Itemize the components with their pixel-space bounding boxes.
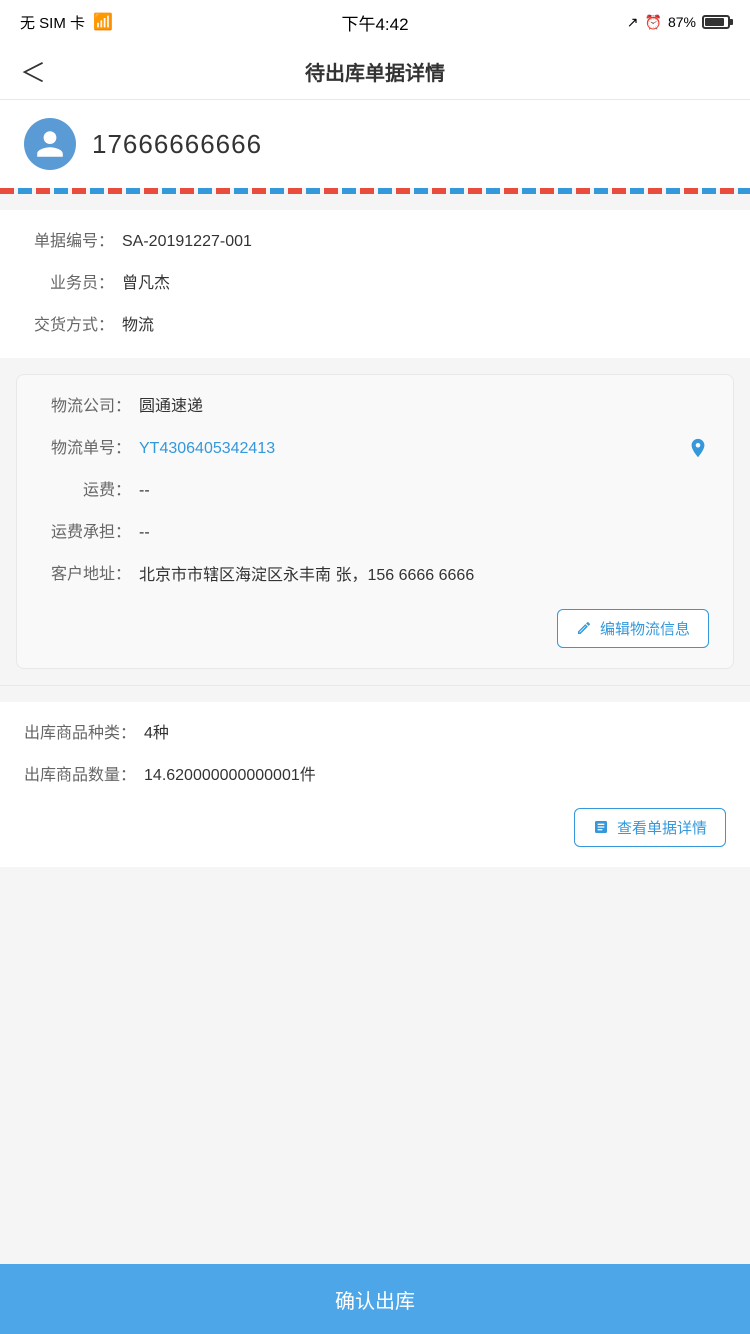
freight-payer-label: 运费承担： bbox=[41, 521, 131, 545]
wifi-icon: 📶 bbox=[93, 12, 113, 32]
navigation-bar: ＜ 待出库单据详情 bbox=[0, 44, 750, 100]
goods-quantity-label: 出库商品数量： bbox=[24, 764, 136, 788]
location-pin-icon[interactable] bbox=[687, 437, 709, 459]
freight-label: 运费： bbox=[41, 479, 131, 503]
address-row: 客户地址： 北京市市辖区海淀区永丰南 张，156 6666 6666 bbox=[41, 563, 709, 589]
salesperson-label: 业务员： bbox=[24, 272, 114, 296]
status-right: ↗ ⏰ 87% bbox=[627, 14, 730, 31]
view-details-label: 查看单据详情 bbox=[617, 817, 707, 838]
edit-icon bbox=[576, 620, 592, 636]
user-icon bbox=[34, 128, 66, 160]
carrier-label: 无 SIM 卡 bbox=[20, 12, 85, 33]
customer-header: 17666666666 bbox=[0, 100, 750, 188]
content-area: 单据编号： SA-20191227-001 业务员： 曾凡杰 交货方式： 物流 … bbox=[0, 210, 750, 1167]
salesperson-row: 业务员： 曾凡杰 bbox=[24, 272, 726, 296]
status-left: 无 SIM 卡 📶 bbox=[20, 12, 113, 33]
logistics-company-label: 物流公司： bbox=[41, 395, 131, 419]
document-info-section: 单据编号： SA-20191227-001 业务员： 曾凡杰 交货方式： 物流 bbox=[0, 210, 750, 358]
customer-phone: 17666666666 bbox=[92, 129, 262, 160]
avatar bbox=[24, 118, 76, 170]
confirm-label: 确认出库 bbox=[335, 1285, 415, 1314]
back-button[interactable]: ＜ bbox=[20, 53, 46, 90]
tracking-number-value: YT4306405342413 bbox=[139, 437, 677, 461]
document-list-icon bbox=[593, 819, 609, 835]
address-value: 北京市市辖区海淀区永丰南 张，156 6666 6666 bbox=[139, 563, 709, 589]
delivery-method-value: 物流 bbox=[122, 314, 726, 338]
doc-number-label: 单据编号： bbox=[24, 230, 114, 254]
tracking-number-row: 物流单号： YT4306405342413 bbox=[41, 437, 709, 461]
edit-logistics-button-container: 编辑物流信息 bbox=[41, 609, 709, 648]
doc-number-row: 单据编号： SA-20191227-001 bbox=[24, 230, 726, 254]
view-details-button[interactable]: 查看单据详情 bbox=[574, 808, 726, 847]
goods-types-value: 4种 bbox=[144, 722, 726, 746]
alarm-icon: ⏰ bbox=[645, 14, 662, 31]
logistics-card: 物流公司： 圆通速递 物流单号： YT4306405342413 运费： -- … bbox=[16, 374, 734, 669]
goods-types-row: 出库商品种类： 4种 bbox=[24, 722, 726, 746]
section-divider bbox=[0, 685, 750, 686]
logistics-company-value: 圆通速递 bbox=[139, 395, 709, 419]
delivery-method-row: 交货方式： 物流 bbox=[24, 314, 726, 338]
empty-space bbox=[0, 867, 750, 1087]
logistics-company-row: 物流公司： 圆通速递 bbox=[41, 395, 709, 419]
dashed-divider bbox=[0, 188, 750, 194]
confirm-button[interactable]: 确认出库 bbox=[0, 1264, 750, 1334]
salesperson-value: 曾凡杰 bbox=[122, 272, 726, 296]
goods-quantity-row: 出库商品数量： 14.620000000000001件 bbox=[24, 764, 726, 788]
location-icon: ↗ bbox=[627, 14, 639, 31]
edit-logistics-button[interactable]: 编辑物流信息 bbox=[557, 609, 709, 648]
address-label: 客户地址： bbox=[41, 563, 131, 587]
view-details-button-container: 查看单据详情 bbox=[24, 808, 726, 847]
battery-fill bbox=[705, 18, 724, 26]
battery-icon bbox=[702, 15, 730, 29]
goods-types-label: 出库商品种类： bbox=[24, 722, 136, 746]
freight-payer-row: 运费承担： -- bbox=[41, 521, 709, 545]
page-title: 待出库单据详情 bbox=[66, 57, 684, 86]
doc-number-value: SA-20191227-001 bbox=[122, 230, 726, 254]
status-time: 下午4:42 bbox=[341, 10, 408, 35]
delivery-method-label: 交货方式： bbox=[24, 314, 114, 338]
freight-payer-value: -- bbox=[139, 521, 709, 545]
freight-row: 运费： -- bbox=[41, 479, 709, 503]
goods-quantity-value: 14.620000000000001件 bbox=[144, 764, 726, 788]
battery-percent: 87% bbox=[668, 14, 696, 30]
freight-value: -- bbox=[139, 479, 709, 503]
goods-section: 出库商品种类： 4种 出库商品数量： 14.620000000000001件 查… bbox=[0, 702, 750, 867]
tracking-number-label: 物流单号： bbox=[41, 437, 131, 461]
edit-logistics-label: 编辑物流信息 bbox=[600, 618, 690, 639]
status-bar: 无 SIM 卡 📶 下午4:42 ↗ ⏰ 87% bbox=[0, 0, 750, 44]
